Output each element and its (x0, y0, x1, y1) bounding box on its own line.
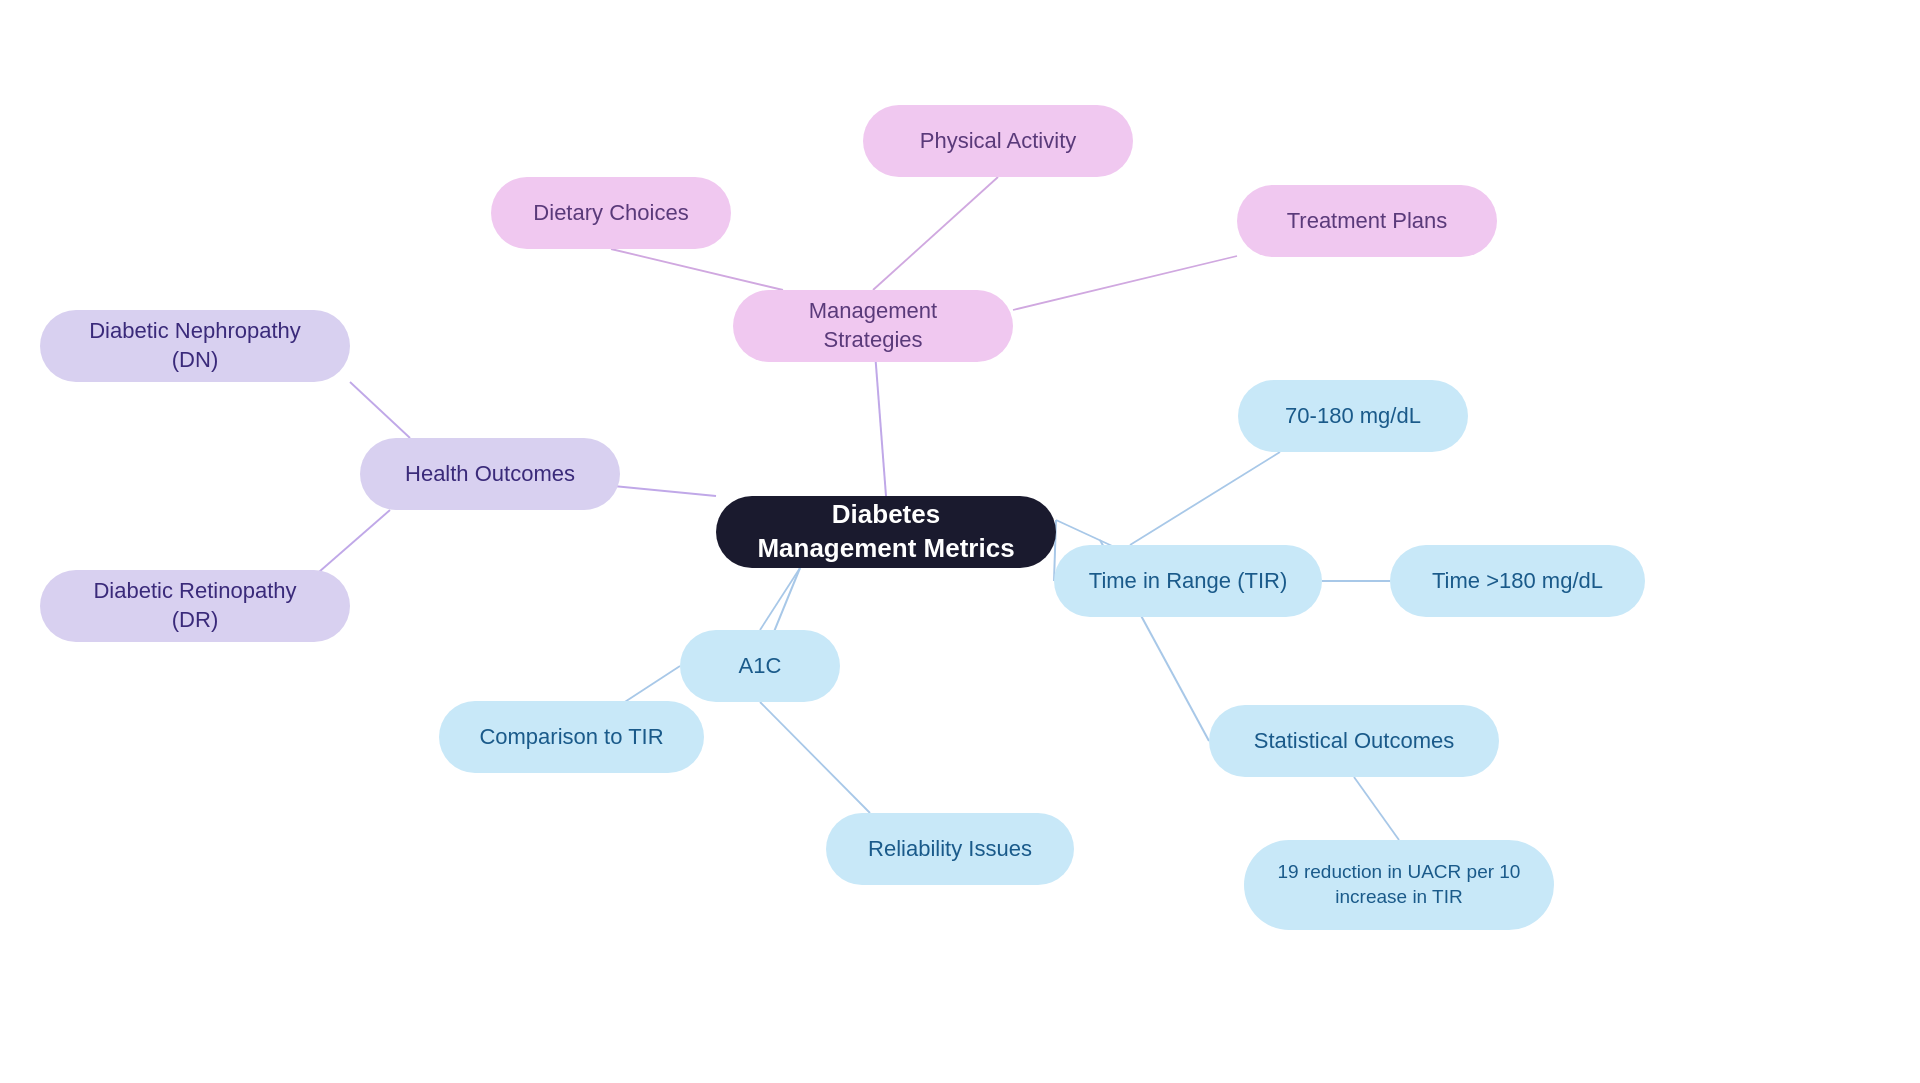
dietary-choices-node[interactable]: Dietary Choices (491, 177, 731, 249)
svg-line-13 (1130, 452, 1280, 545)
reliability-issues-node[interactable]: Reliability Issues (826, 813, 1074, 885)
time-over-180-node[interactable]: Time >180 mg/dL (1390, 545, 1645, 617)
a1c-node[interactable]: A1C (680, 630, 840, 702)
health-outcomes-node[interactable]: Health Outcomes (360, 438, 620, 510)
svg-line-15 (1354, 777, 1399, 840)
svg-line-5 (873, 177, 998, 290)
center-node[interactable]: Diabetes Management Metrics (716, 496, 1056, 568)
svg-line-7 (1013, 256, 1237, 310)
comparison-to-tir-node[interactable]: Comparison to TIR (439, 701, 704, 773)
svg-line-8 (350, 382, 410, 438)
diabetic-nephropathy-node[interactable]: Diabetic Nephropathy (DN) (40, 310, 350, 382)
range-70-180-node[interactable]: 70-180 mg/dL (1238, 380, 1468, 452)
diabetic-retinopathy-node[interactable]: Diabetic Retinopathy (DR) (40, 570, 350, 642)
management-strategies-node[interactable]: Management Strategies (733, 290, 1013, 362)
svg-line-10 (760, 568, 800, 630)
svg-line-12 (760, 702, 870, 813)
physical-activity-node[interactable]: Physical Activity (863, 105, 1133, 177)
reduction-uacr-node[interactable]: 19 reduction in UACR per 10 increase in … (1244, 840, 1554, 930)
treatment-plans-node[interactable]: Treatment Plans (1237, 185, 1497, 257)
statistical-outcomes-node[interactable]: Statistical Outcomes (1209, 705, 1499, 777)
svg-line-6 (611, 249, 783, 290)
time-in-range-node[interactable]: Time in Range (TIR) (1054, 545, 1322, 617)
